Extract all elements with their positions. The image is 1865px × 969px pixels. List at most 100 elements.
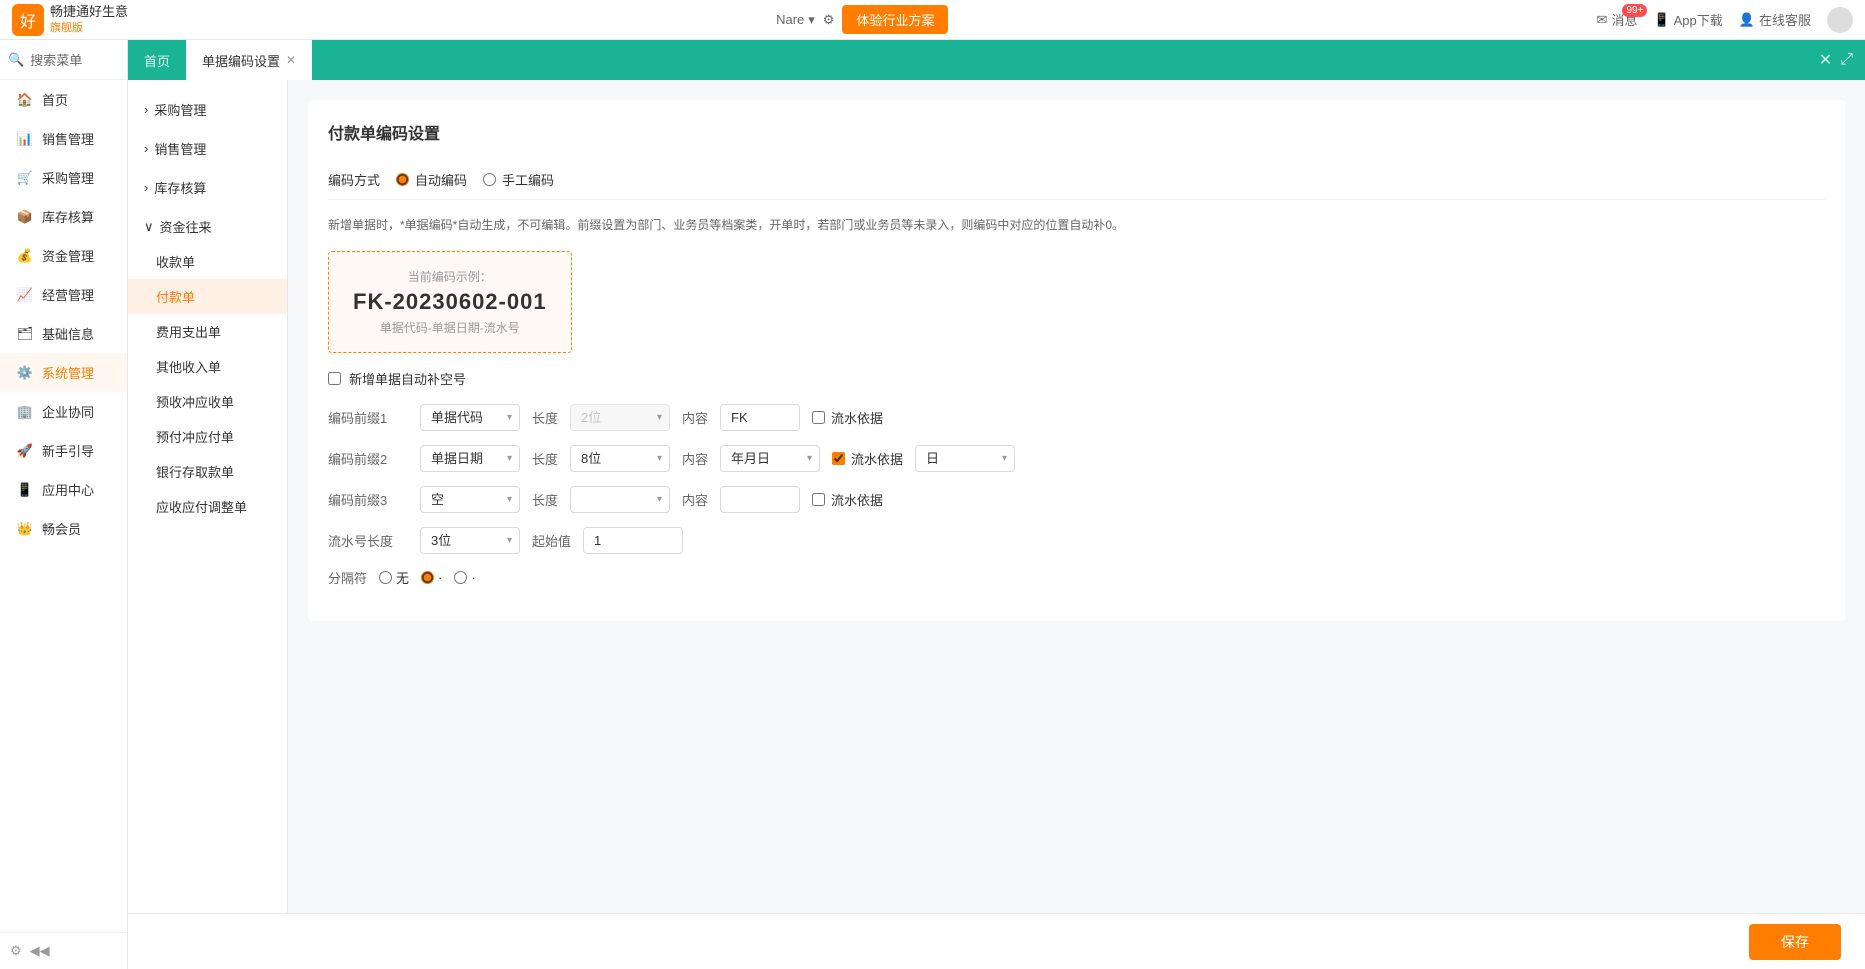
- home-icon: 🏠: [16, 91, 34, 109]
- message-btn[interactable]: ✉ 消息 99+: [1597, 10, 1638, 29]
- sub-menu-item-income[interactable]: 其他收入单: [128, 349, 287, 384]
- prefix3-watermark-input[interactable]: [812, 493, 825, 506]
- sidebar-item-system[interactable]: ⚙️ 系统管理: [0, 353, 127, 392]
- prefix3-select-wrapper: 空: [420, 486, 520, 513]
- sidebar-item-apps[interactable]: 📱 应用中心: [0, 470, 127, 509]
- manual-encoding-option[interactable]: 手工编码: [483, 170, 554, 189]
- separator-radio-group: 无 · ·: [379, 568, 476, 587]
- message-badge: 99+: [1622, 4, 1647, 17]
- save-button[interactable]: 保存: [1749, 924, 1841, 960]
- sidebar-item-sales[interactable]: 📊 销售管理: [0, 119, 127, 158]
- serial-length-select[interactable]: 3位 4位 5位: [420, 527, 520, 554]
- auto-encoding-radio[interactable]: [396, 173, 409, 186]
- logo: 好 畅捷通好生意 旗舰版: [12, 4, 128, 36]
- sep-none-radio[interactable]: [379, 571, 392, 584]
- sub-menu-item-advance-in[interactable]: 预收冲应收单: [128, 384, 287, 419]
- prefix2-select[interactable]: 单据日期: [420, 445, 520, 472]
- sub-menu-header-sales[interactable]: › 销售管理: [128, 131, 287, 166]
- prefix1-watermark-checkbox[interactable]: 流水依据: [812, 408, 883, 427]
- sep-dash-option[interactable]: ·: [454, 570, 475, 585]
- code-preview-box: 当前编码示例： FK-20230602-001 单据代码-单据日期-流水号: [328, 251, 572, 353]
- tab-action-close[interactable]: ✕: [1819, 50, 1832, 70]
- prefix3-length-select[interactable]: [570, 486, 670, 513]
- sep-dot-option[interactable]: ·: [421, 570, 442, 585]
- sidebar-label-member: 畅会员: [42, 519, 81, 538]
- tab-encoding-close[interactable]: ✕: [286, 53, 296, 67]
- prefix1-length-select[interactable]: 2位: [570, 404, 670, 431]
- sidebar-label-operations: 经营管理: [42, 285, 94, 304]
- sidebar-bottom: ⚙ ◀◀: [0, 932, 127, 969]
- company-dropdown[interactable]: Nare ▾: [776, 12, 815, 28]
- sep-none-option[interactable]: 无: [379, 568, 409, 587]
- sales-icon: 📊: [16, 130, 34, 148]
- start-value-input[interactable]: [583, 527, 683, 554]
- tab-action-expand[interactable]: ⤢: [1840, 51, 1853, 69]
- content-area: 首页 单据编码设置 ✕ ✕ ⤢ › 采购管理: [128, 40, 1865, 969]
- prefix2-period-select[interactable]: 日 月 年: [915, 445, 1015, 472]
- sub-menu-item-advance-out[interactable]: 预付冲应付单: [128, 419, 287, 454]
- sidebar-search[interactable]: 🔍 搜索菜单: [0, 40, 127, 80]
- sidebar-label-sales: 销售管理: [42, 129, 94, 148]
- sub-menu-header-capital[interactable]: ∨ 资金往来: [128, 209, 287, 244]
- sub-menu-item-receipt[interactable]: 收款单: [128, 244, 287, 279]
- trial-btn[interactable]: 体验行业方案: [842, 5, 948, 34]
- sep-dot-radio[interactable]: [421, 571, 434, 584]
- auto-encoding-option[interactable]: 自动编码: [396, 170, 467, 189]
- prefix2-watermark-label: 流水依据: [851, 449, 903, 468]
- avatar[interactable]: [1827, 7, 1853, 33]
- sub-menu-item-payment[interactable]: 付款单: [128, 279, 287, 314]
- sub-menu-item-bank[interactable]: 银行存取款单: [128, 454, 287, 489]
- prefix1-content-input[interactable]: [720, 404, 800, 431]
- settings-icon[interactable]: ⚙: [823, 12, 835, 28]
- sub-menu-item-adjustment[interactable]: 应收应付调整单: [128, 489, 287, 524]
- tab-home[interactable]: 首页: [128, 40, 186, 80]
- prefix2-content-select[interactable]: 年月日: [720, 445, 820, 472]
- system-icon: ⚙️: [16, 364, 34, 382]
- collapse-icon[interactable]: ◀◀: [30, 943, 50, 959]
- auto-fill-checkbox[interactable]: [328, 372, 341, 385]
- sep-dash-radio[interactable]: [454, 571, 467, 584]
- prefix3-watermark-label: 流水依据: [831, 490, 883, 509]
- sub-menu-label-inventory: 库存核算: [154, 178, 206, 197]
- prefix3-watermark-checkbox[interactable]: 流水依据: [812, 490, 883, 509]
- serial-length-label: 流水号长度: [328, 531, 408, 550]
- bottom-bar: 保存: [128, 913, 1865, 969]
- sidebar-item-member[interactable]: 👑 畅会员: [0, 509, 127, 548]
- sidebar-label-basic: 基础信息: [42, 324, 94, 343]
- sub-menu-label-capital: 资金往来: [160, 217, 212, 236]
- sidebar-item-finance[interactable]: 💰 资金管理: [0, 236, 127, 275]
- online-service-btn[interactable]: 👤 在线客服: [1739, 10, 1811, 29]
- prefix1-select[interactable]: 单据代码: [420, 404, 520, 431]
- manual-encoding-radio[interactable]: [483, 173, 496, 186]
- sidebar-item-guide[interactable]: 🚀 新手引导: [0, 431, 127, 470]
- prefix2-length-select[interactable]: 8位: [570, 445, 670, 472]
- sub-menu-arrow-sales: ›: [144, 141, 148, 156]
- settings-bottom-icon[interactable]: ⚙: [10, 943, 22, 959]
- sidebar-item-enterprise[interactable]: 🏢 企业协同: [0, 392, 127, 431]
- app-download-btn[interactable]: 📱 App下载: [1653, 10, 1722, 29]
- apps-icon: 📱: [16, 481, 34, 499]
- sidebar-item-basic[interactable]: 🗂 基础信息: [0, 314, 127, 353]
- search-icon: 🔍: [8, 52, 24, 68]
- tab-encoding[interactable]: 单据编码设置 ✕: [186, 40, 312, 80]
- prefix1-watermark-input[interactable]: [812, 411, 825, 424]
- prefix3-select[interactable]: 空: [420, 486, 520, 513]
- sidebar-nav: 🏠 首页 📊 销售管理 🛒 采购管理 📦 库存核算 💰 资金管理 📈 经: [0, 80, 127, 932]
- sub-menu-item-expense[interactable]: 费用支出单: [128, 314, 287, 349]
- sidebar-label-home: 首页: [42, 90, 68, 109]
- top-bar: 好 畅捷通好生意 旗舰版 Nare ▾ ⚙ 体验行业方案 ✉ 消息 99+ 📱 …: [0, 0, 1865, 40]
- sidebar-item-home[interactable]: 🏠 首页: [0, 80, 127, 119]
- tab-bar: 首页 单据编码设置 ✕ ✕ ⤢: [128, 40, 1865, 80]
- sidebar-item-inventory[interactable]: 📦 库存核算: [0, 197, 127, 236]
- prefix2-watermark-checkbox[interactable]: 流水依据: [832, 449, 903, 468]
- prefix3-content-input[interactable]: [720, 486, 800, 513]
- finance-icon: 💰: [16, 247, 34, 265]
- sub-menu-header-inventory[interactable]: › 库存核算: [128, 170, 287, 205]
- prefix2-watermark-input[interactable]: [832, 452, 845, 465]
- separator-row: 分隔符 无 · ·: [328, 568, 1825, 587]
- sub-menu-arrow-capital: ∨: [144, 219, 154, 235]
- sidebar-item-operations[interactable]: 📈 经营管理: [0, 275, 127, 314]
- top-bar-left: 好 畅捷通好生意 旗舰版: [12, 4, 128, 36]
- sub-menu-header-purchase[interactable]: › 采购管理: [128, 92, 287, 127]
- sidebar-item-purchase[interactable]: 🛒 采购管理: [0, 158, 127, 197]
